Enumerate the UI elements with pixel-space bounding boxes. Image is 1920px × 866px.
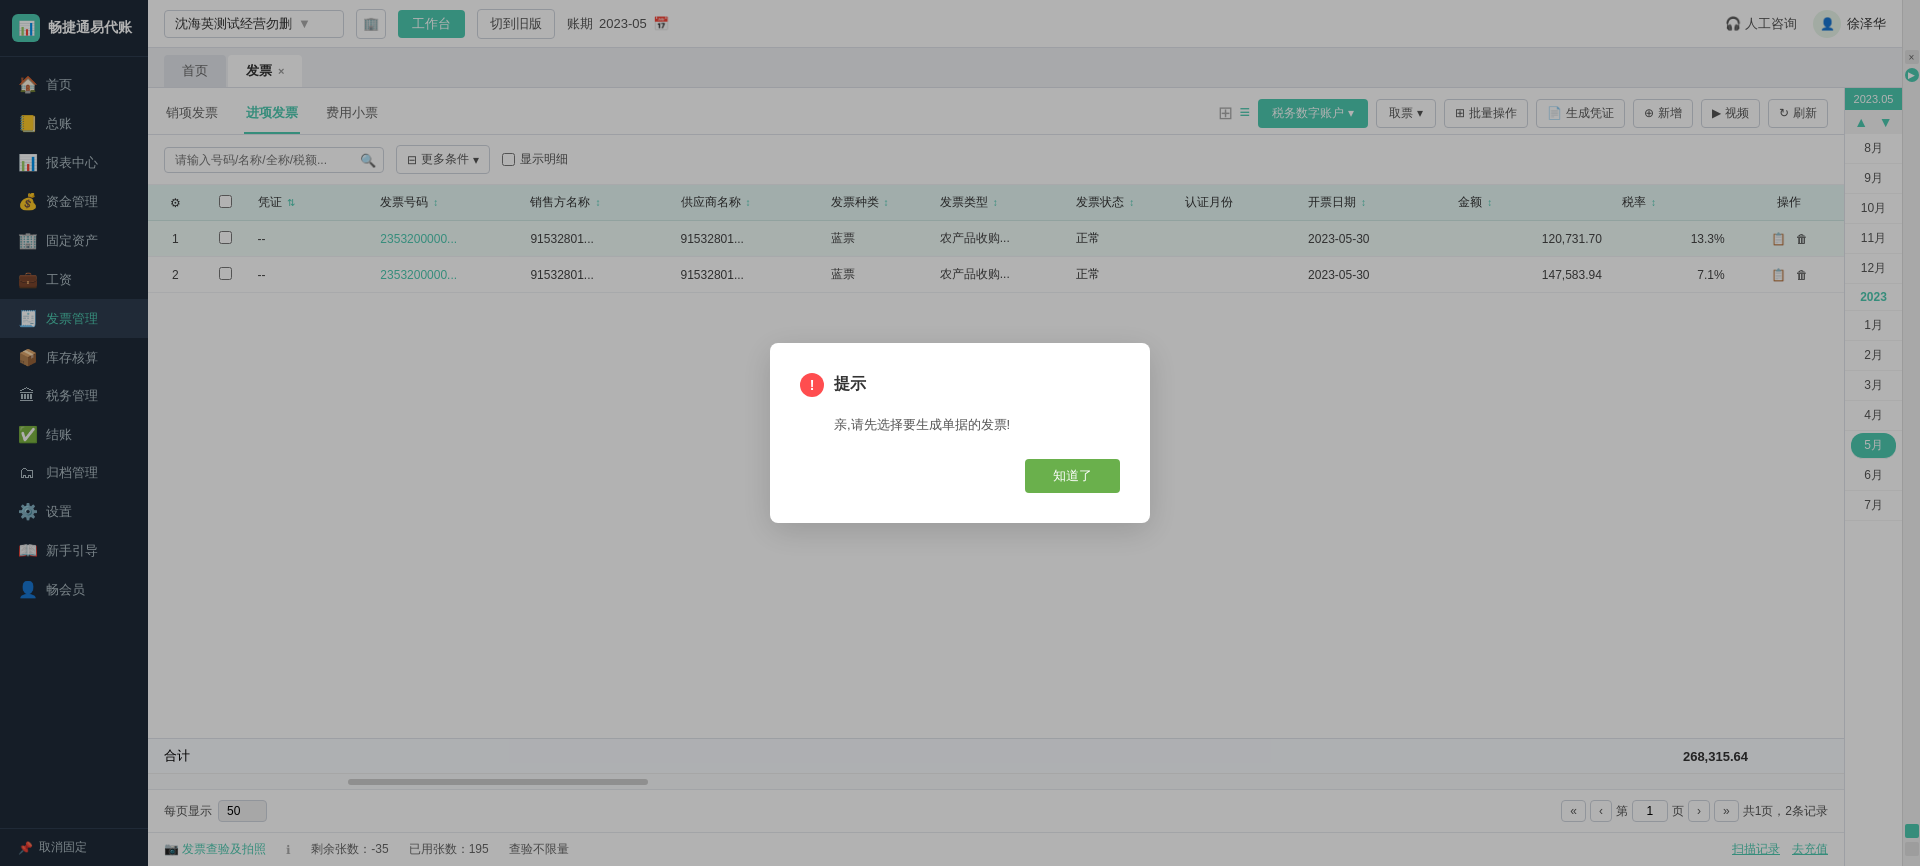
dialog-warning-icon: !: [800, 373, 824, 397]
dialog-body: 亲,请先选择要生成单据的发票!: [800, 415, 1120, 436]
dialog-header: ! 提示: [800, 373, 1120, 397]
dialog-overlay[interactable]: ! 提示 亲,请先选择要生成单据的发票! 知道了: [0, 0, 1920, 866]
exclamation-icon: !: [810, 377, 815, 393]
dialog: ! 提示 亲,请先选择要生成单据的发票! 知道了: [770, 343, 1150, 524]
dialog-message: 亲,请先选择要生成单据的发票!: [834, 417, 1010, 432]
dialog-footer: 知道了: [800, 459, 1120, 493]
dialog-title: 提示: [834, 374, 866, 395]
dialog-confirm-btn[interactable]: 知道了: [1025, 459, 1120, 493]
